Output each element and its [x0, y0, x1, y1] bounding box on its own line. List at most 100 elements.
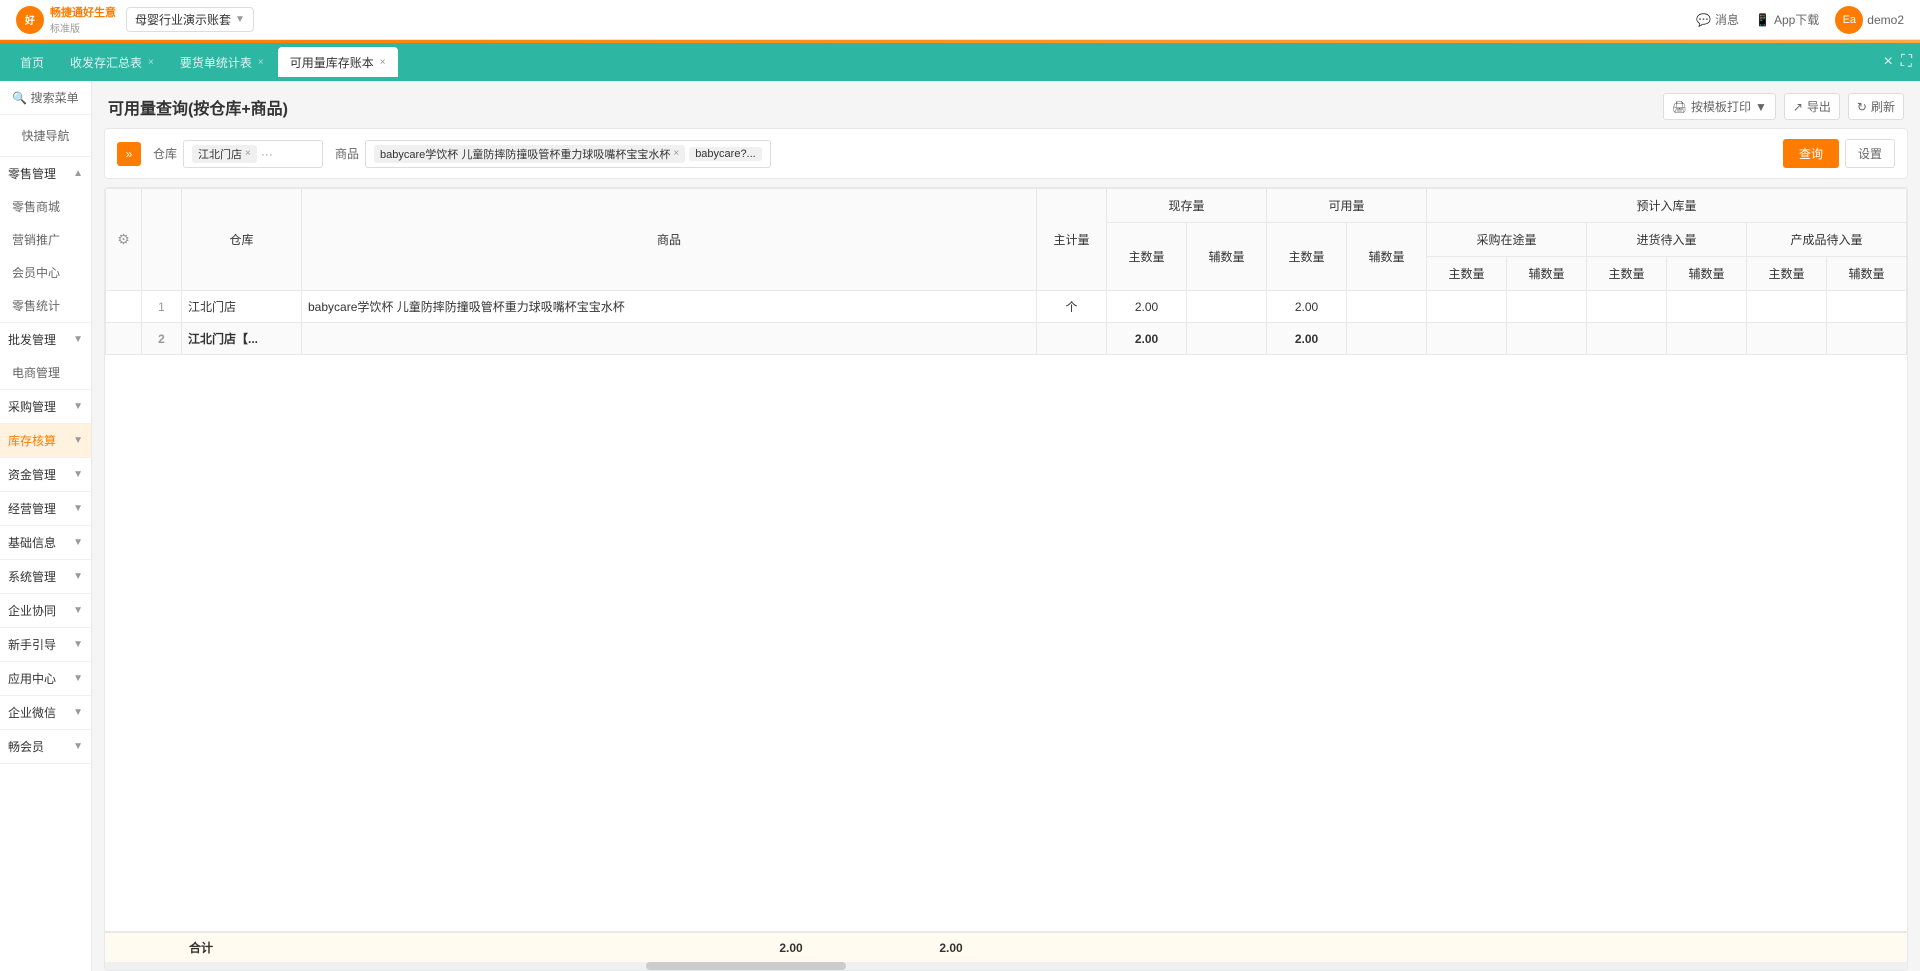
tab-income[interactable]: 收发存汇总表 ×	[58, 47, 166, 77]
table-footer: 合计 2.00 2.00	[105, 931, 1907, 962]
sidebar-section-inventory-header[interactable]: 库存核算 ▼	[0, 424, 91, 457]
row-stock-aux-1	[1187, 323, 1267, 355]
store-name: 母婴行业演示账套	[135, 11, 231, 28]
row-purchase-main-1	[1427, 323, 1507, 355]
sidebar-section-newbie-label: 新手引导	[8, 636, 56, 653]
sidebar-item-retail-stat[interactable]: 零售统计	[0, 289, 91, 322]
footer-available-main: 2.00	[911, 941, 991, 955]
product-tag1-close-btn[interactable]: ×	[673, 148, 679, 159]
warehouse-label: 仓库	[153, 145, 177, 162]
refresh-btn[interactable]: ↻ 刷新	[1848, 93, 1904, 120]
product-tag1: babycare学饮杯 儿童防摔防撞吸管杯重力球吸嘴杯宝宝水杯 ×	[374, 145, 685, 163]
sidebar-item-retail-mall[interactable]: 零售商城	[0, 190, 91, 223]
row-avail-main-1: 2.00	[1267, 323, 1347, 355]
th-warehouse: 仓库	[182, 189, 302, 291]
scroll-thumb[interactable]	[646, 962, 846, 970]
th-production-aux: 辅数量	[1827, 257, 1907, 291]
message-label: 消息	[1715, 11, 1739, 28]
th-available-group: 可用量	[1267, 189, 1427, 223]
product-input[interactable]: babycare学饮杯 儿童防摔防撞吸管杯重力球吸嘴杯宝宝水杯 × babyca…	[365, 140, 771, 168]
product-label: 商品	[335, 145, 359, 162]
sidebar-section-vip-header[interactable]: 畅会员 ▼	[0, 730, 91, 763]
close-all-tabs-btn[interactable]: ×	[1883, 53, 1892, 71]
print-label: 按模板打印	[1691, 98, 1751, 115]
store-selector[interactable]: 母婴行业演示账套 ▼	[126, 7, 254, 32]
settings-btn[interactable]: 设置	[1845, 139, 1895, 168]
table-area: ⚙ 仓库 商品 主计量	[104, 187, 1908, 971]
top-bar-right: 💬 消息 📱 App下载 Ea demo2	[1696, 6, 1904, 34]
gear-icon[interactable]: ⚙	[117, 231, 130, 247]
row-settings-1	[106, 323, 142, 355]
chevron-down-icon12: ▼	[73, 707, 83, 718]
logo-text1: 畅捷通好生意	[50, 4, 116, 20]
tab-bar: 首页 收发存汇总表 × 要货单统计表 × 可用量库存账本 × × ⛶	[0, 43, 1920, 81]
row-warehouse-1: 江北门店【...	[182, 323, 302, 355]
th-purchase-aux: 辅数量	[1507, 257, 1587, 291]
sidebar-section-inventory: 库存核算 ▼	[0, 424, 91, 458]
sidebar-section-retail: 零售管理 ▲ 零售商城 营销推广 会员中心 零售统计	[0, 157, 91, 323]
tab-order-stat[interactable]: 要货单统计表 ×	[168, 47, 276, 77]
chevron-down-icon: ▼	[235, 14, 245, 25]
tab-available-stock[interactable]: 可用量库存账本 ×	[278, 47, 398, 77]
chevron-down-icon10: ▼	[73, 639, 83, 650]
th-purchase-main: 主数量	[1427, 257, 1507, 291]
page-title: 可用量查询(按仓库+商品)	[108, 95, 288, 119]
warehouse-input[interactable]: 江北门店 × ···	[183, 140, 323, 168]
row-avail-aux-1	[1347, 323, 1427, 355]
th-production-main: 主数量	[1747, 257, 1827, 291]
sidebar-section-appcenter-label: 应用中心	[8, 670, 56, 687]
row-product-0: babycare学饮杯 儿童防摔防撞吸管杯重力球吸嘴杯宝宝水杯	[302, 291, 1037, 323]
sidebar-section-purchase-header[interactable]: 采购管理 ▼	[0, 390, 91, 423]
message-btn[interactable]: 💬 消息	[1696, 11, 1739, 28]
row-warehouse-0: 江北门店	[182, 291, 302, 323]
sidebar-search-text[interactable]: 🔍 搜索菜单	[8, 89, 83, 106]
tab-home[interactable]: 首页	[8, 47, 56, 77]
sidebar-section-finance-label: 资金管理	[8, 466, 56, 483]
sidebar-section-system-label: 系统管理	[8, 568, 56, 585]
table-row: 1 江北门店 babycare学饮杯 儿童防摔防撞吸管杯重力球吸嘴杯宝宝水杯 个…	[106, 291, 1907, 323]
sidebar-section-appcenter-header[interactable]: 应用中心 ▼	[0, 662, 91, 695]
th-stock-aux: 辅数量	[1187, 223, 1267, 291]
tab-home-label: 首页	[20, 54, 44, 71]
maximize-btn[interactable]: ⛶	[1901, 53, 1912, 71]
export-btn[interactable]: ↗ 导出	[1784, 93, 1840, 120]
table-scroll-x[interactable]	[105, 962, 1907, 970]
sidebar-item-marketing[interactable]: 营销推广	[0, 223, 91, 256]
sidebar-section-operation-header[interactable]: 经营管理 ▼	[0, 492, 91, 525]
sidebar-section-finance-header[interactable]: 资金管理 ▼	[0, 458, 91, 491]
row-stock-aux-0	[1187, 291, 1267, 323]
expand-icon: »	[126, 147, 133, 161]
product-tag1-text: babycare学饮杯 儿童防摔防撞吸管杯重力球吸嘴杯宝宝水杯	[380, 146, 670, 162]
sidebar-search[interactable]: 🔍 搜索菜单	[0, 81, 91, 115]
row-purchase-main-0	[1427, 291, 1507, 323]
sidebar-item-quick-nav[interactable]: 快捷导航	[0, 119, 91, 152]
row-stock-main-0: 2.00	[1107, 291, 1187, 323]
page-actions: 🖨 按模板打印 ▼ ↗ 导出 ↻ 刷新	[1663, 93, 1904, 120]
sidebar-item-ecommerce[interactable]: 电商管理	[0, 356, 91, 389]
sidebar-section-inventory-label: 库存核算	[8, 432, 56, 449]
sidebar-section-enterprise-header[interactable]: 企业协同 ▼	[0, 594, 91, 627]
sidebar-section-newbie-header[interactable]: 新手引导 ▼	[0, 628, 91, 661]
table-scroll[interactable]: ⚙ 仓库 商品 主计量	[105, 188, 1907, 931]
tab-available-stock-close[interactable]: ×	[380, 57, 386, 68]
tab-income-close[interactable]: ×	[148, 57, 154, 68]
app-download-btn[interactable]: 📱 App下载	[1755, 11, 1819, 28]
th-available-aux: 辅数量	[1347, 223, 1427, 291]
chevron-down-icon2: ▼	[73, 334, 83, 345]
sidebar-section-system-header[interactable]: 系统管理 ▼	[0, 560, 91, 593]
sidebar-section-wholesale-header[interactable]: 批发管理 ▼	[0, 323, 91, 356]
chevron-down-icon14: ▼	[1755, 100, 1767, 114]
sidebar-section-retail-header[interactable]: 零售管理 ▲	[0, 157, 91, 190]
print-template-btn[interactable]: 🖨 按模板打印 ▼	[1663, 93, 1776, 120]
sidebar-item-member[interactable]: 会员中心	[0, 256, 91, 289]
sidebar-section-basic-header[interactable]: 基础信息 ▼	[0, 526, 91, 559]
user-area[interactable]: Ea demo2	[1835, 6, 1904, 34]
app-download-label: App下载	[1774, 11, 1819, 28]
tab-order-stat-close[interactable]: ×	[258, 57, 264, 68]
row-purchase-aux-0	[1507, 291, 1587, 323]
expand-filter-btn[interactable]: »	[117, 142, 141, 166]
query-btn[interactable]: 查询	[1783, 139, 1839, 168]
sidebar-section-wechat-header[interactable]: 企业微信 ▼	[0, 696, 91, 729]
warehouse-tag-close-btn[interactable]: ×	[245, 148, 251, 159]
warehouse-more[interactable]: ···	[261, 147, 273, 161]
